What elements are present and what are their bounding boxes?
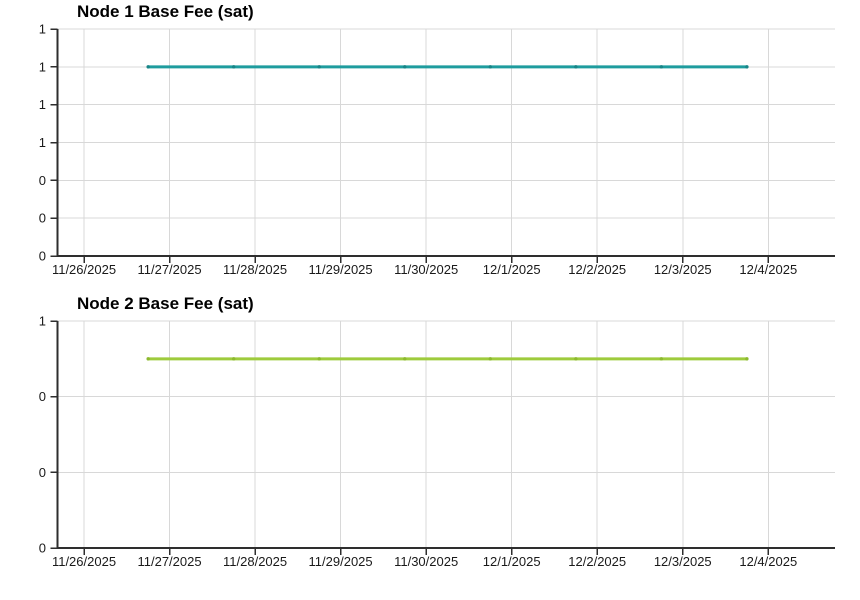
data-point-marker [403, 357, 407, 361]
x-tick-label: 12/2/2025 [568, 554, 626, 569]
data-point-marker [745, 357, 749, 361]
chart-node-1-base-fee: Node 1 Base Fee (sat) 11/26/2025 11/27/20… [0, 0, 860, 292]
y-tick-label: 0 [39, 249, 46, 264]
x-tick-label: 12/1/2025 [483, 262, 541, 277]
data-point-marker [574, 65, 578, 69]
y-tick-label: 0 [39, 541, 46, 556]
data-point-marker [488, 65, 492, 69]
data-point-marker [574, 357, 578, 361]
x-tick-label: 11/29/2025 [309, 554, 373, 569]
data-point-marker [317, 65, 321, 69]
y-tick-label: 1 [39, 135, 46, 150]
chart-1-plot-area: 11/26/2025 11/27/2025 11/28/2025 11/29/2025… [39, 22, 835, 277]
x-tick-label: 11/27/2025 [137, 554, 201, 569]
data-point-marker [317, 357, 321, 361]
data-point-marker [659, 357, 664, 361]
data-point-marker [403, 65, 407, 69]
x-tick-label: 11/27/2025 [137, 262, 201, 277]
data-point-marker [146, 65, 150, 69]
x-tick-label: 11/26/2025 [52, 554, 116, 569]
data-point-marker [745, 65, 749, 69]
y-tick-label: 1 [39, 59, 46, 74]
chart-node-2-base-fee: Node 2 Base Fee (sat) 11/26/2025 11/27/20… [0, 292, 860, 600]
x-tick-label: 12/3/2025 [654, 554, 712, 569]
x-tick-label: 12/2/2025 [568, 262, 626, 277]
x-tick-label: 11/28/2025 [223, 554, 287, 569]
x-tick-label: 12/4/2025 [739, 262, 797, 277]
x-tick-label: 11/26/2025 [52, 262, 116, 277]
x-tick-label: 11/30/2025 [394, 554, 458, 569]
x-tick-label: 11/29/2025 [309, 262, 373, 277]
chart-2-plot-area: 11/26/2025 11/27/2025 11/28/2025 11/29/2025… [39, 314, 835, 569]
data-point-marker [488, 357, 492, 361]
y-tick-label: 0 [39, 465, 46, 480]
data-point-marker [231, 65, 236, 69]
y-tick-label: 0 [39, 173, 46, 188]
data-point-marker [146, 357, 150, 361]
x-tick-label: 12/3/2025 [654, 262, 712, 277]
x-tick-label: 12/1/2025 [483, 554, 541, 569]
y-tick-label: 1 [39, 22, 46, 37]
page: { "styles": { "background": "#ffffff", "… [0, 0, 860, 600]
y-tick-label: 1 [39, 314, 46, 329]
x-tick-label: 12/4/2025 [739, 554, 797, 569]
data-point-marker [659, 65, 664, 69]
data-point-marker [231, 357, 236, 361]
x-tick-label: 11/30/2025 [394, 262, 458, 277]
y-tick-label: 0 [39, 389, 46, 404]
y-tick-label: 1 [39, 97, 46, 112]
y-tick-label: 0 [39, 211, 46, 226]
x-tick-label: 11/28/2025 [223, 262, 287, 277]
